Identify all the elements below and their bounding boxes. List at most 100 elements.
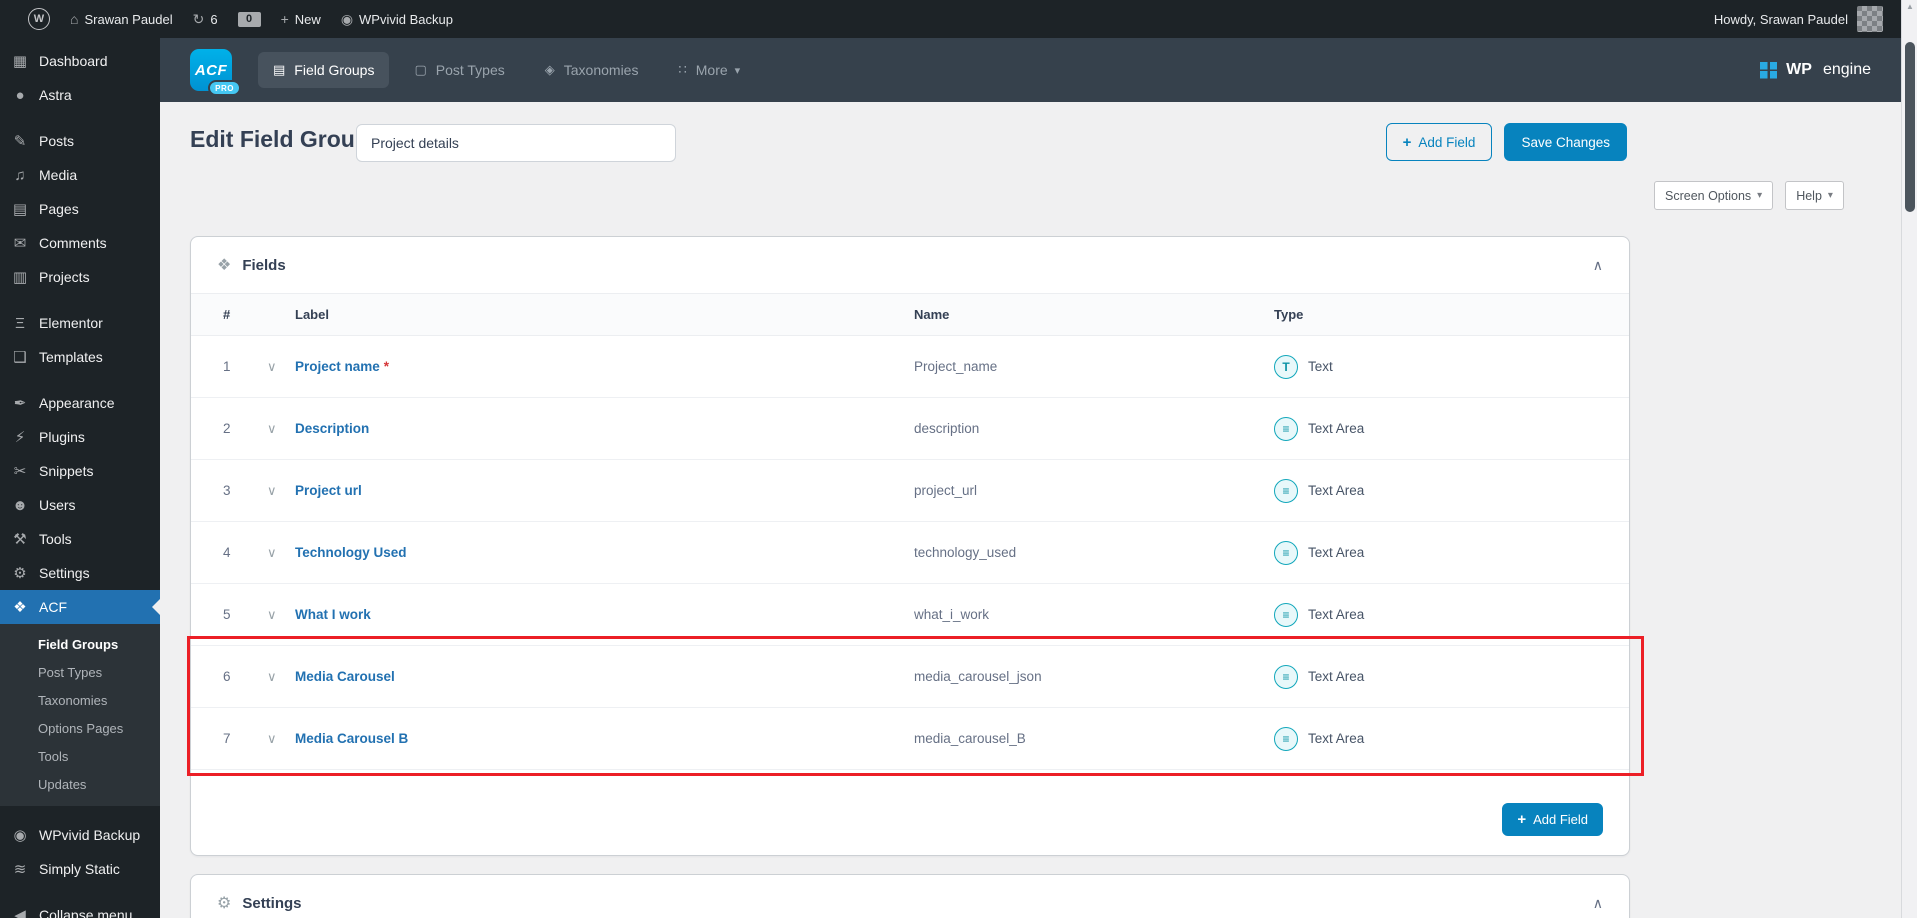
tab-more[interactable]: ∷ More ▾ bbox=[663, 52, 755, 88]
row-number: 1 bbox=[223, 359, 231, 374]
avatar[interactable] bbox=[1857, 6, 1883, 32]
field-label-link[interactable]: Media Carousel B bbox=[295, 731, 408, 746]
tab-post-types[interactable]: ▢ Post Types bbox=[399, 52, 519, 88]
sidebar-subitem-updates[interactable]: Updates bbox=[0, 770, 160, 798]
fields-table-header: # Label Name Type bbox=[191, 294, 1629, 336]
sidebar-label: Simply Static bbox=[39, 860, 120, 877]
field-type: ≡ Text Area bbox=[1274, 664, 1629, 689]
field-label-link[interactable]: Media Carousel bbox=[295, 669, 395, 684]
sidebar-item-dashboard[interactable]: ▦ Dashboard bbox=[0, 44, 160, 78]
sidebar-separator bbox=[0, 374, 160, 386]
sidebar-item-users[interactable]: ☻ Users bbox=[0, 488, 160, 522]
text-type-icon: T bbox=[1274, 354, 1298, 379]
field-name: what_i_work bbox=[914, 607, 990, 622]
expand-row-icon[interactable]: ∨ bbox=[267, 421, 295, 437]
fields-panel: ❖ Fields ∧ # Label Name Type 1 ∨ Project… bbox=[190, 236, 1630, 856]
howdy-menu[interactable]: Howdy, Srawan Paudel bbox=[1714, 12, 1848, 27]
field-label-link[interactable]: Project url bbox=[295, 483, 362, 498]
comments-menu[interactable]: 0 bbox=[228, 0, 271, 38]
field-type-label: Text Area bbox=[1308, 607, 1365, 622]
field-label-link[interactable]: Technology Used bbox=[295, 545, 407, 560]
field-type: ≡ Text Area bbox=[1274, 602, 1629, 627]
expand-row-icon[interactable]: ∨ bbox=[267, 483, 295, 499]
textarea-type-icon: ≡ bbox=[1274, 602, 1298, 627]
sidebar-item-collapse-menu[interactable]: ◀ Collapse menu bbox=[0, 898, 160, 918]
save-changes-button[interactable]: Save Changes bbox=[1504, 123, 1627, 161]
add-field-button-top[interactable]: + Add Field bbox=[1385, 123, 1493, 161]
expand-row-icon[interactable]: ∨ bbox=[267, 359, 295, 375]
media-icon: ♫ bbox=[14, 166, 26, 184]
field-row-1: 1 ∨ Project name * Project_name T Text bbox=[191, 336, 1629, 398]
sidebar-item-tools[interactable]: ⚒ Tools bbox=[0, 522, 160, 556]
sidebar-subitem-options-pages[interactable]: Options Pages bbox=[0, 714, 160, 742]
scrollbar[interactable]: ▲ bbox=[1901, 0, 1917, 918]
tab-field-groups[interactable]: ▤ Field Groups bbox=[258, 52, 390, 88]
field-type: T Text bbox=[1274, 354, 1629, 379]
textarea-type-icon: ≡ bbox=[1274, 726, 1298, 751]
updates-count: 6 bbox=[210, 11, 218, 27]
scroll-up-arrow-icon[interactable]: ▲ bbox=[1902, 2, 1917, 11]
sidebar-label: Appearance bbox=[39, 394, 115, 411]
sidebar-separator bbox=[0, 112, 160, 124]
field-label-link[interactable]: Project name bbox=[295, 359, 380, 374]
add-field-button-bottom[interactable]: + Add Field bbox=[1502, 803, 1603, 836]
sidebar-item-acf[interactable]: ❖ ACF bbox=[0, 590, 160, 624]
sidebar-item-projects[interactable]: ▥ Projects bbox=[0, 260, 160, 294]
sidebar-item-templates[interactable]: ❑ Templates bbox=[0, 340, 160, 374]
wpvivid-backup-menu[interactable]: ◉ WPvivid Backup bbox=[331, 0, 463, 38]
sidebar-item-settings[interactable]: ⚙ Settings bbox=[0, 556, 160, 590]
plus-icon: + bbox=[280, 11, 289, 27]
expand-row-icon[interactable]: ∨ bbox=[267, 607, 295, 623]
sidebar-subitem-taxonomies[interactable]: Taxonomies bbox=[0, 686, 160, 714]
field-type-label: Text Area bbox=[1308, 669, 1365, 684]
row-number: 6 bbox=[223, 669, 231, 684]
chevron-down-icon: ▾ bbox=[1757, 190, 1763, 201]
site-name-menu[interactable]: ⌂ Srawan Paudel bbox=[60, 0, 183, 38]
sidebar-subitem-post-types[interactable]: Post Types bbox=[0, 658, 160, 686]
wpengine-text: engine bbox=[1822, 61, 1871, 78]
collapse-panel-icon[interactable]: ∧ bbox=[1593, 257, 1603, 274]
sidebar-item-astra[interactable]: ● Astra bbox=[0, 78, 160, 112]
sidebar-label: Elementor bbox=[39, 314, 103, 331]
comments-icon: 0 bbox=[237, 11, 261, 27]
acf-toolbar: ACF PRO ▤ Field Groups ▢ Post Types ◈ Ta… bbox=[160, 38, 1901, 102]
expand-row-icon[interactable]: ∨ bbox=[267, 669, 295, 685]
scrollbar-thumb[interactable] bbox=[1905, 42, 1915, 212]
field-label-link[interactable]: Description bbox=[295, 421, 369, 436]
wordpress-menu[interactable]: W bbox=[18, 0, 60, 38]
acf-logo-text: ACF bbox=[194, 61, 228, 79]
row-number: 7 bbox=[223, 731, 231, 746]
sidebar-separator bbox=[0, 886, 160, 898]
sidebar-label: Astra bbox=[39, 86, 72, 103]
field-row-2: 2 ∨ Description description ≡ Text Area bbox=[191, 398, 1629, 460]
field-label-link[interactable]: What I work bbox=[295, 607, 371, 622]
tab-taxonomies[interactable]: ◈ Taxonomies bbox=[530, 52, 654, 88]
field-group-title-input[interactable] bbox=[356, 124, 676, 162]
screen-options-button[interactable]: Screen Options ▾ bbox=[1654, 181, 1774, 210]
sidebar-item-plugins[interactable]: ⚡ Plugins bbox=[0, 420, 160, 454]
expand-row-icon[interactable]: ∨ bbox=[267, 545, 295, 561]
settings-icon: ⚙ bbox=[13, 564, 27, 582]
sidebar-item-appearance[interactable]: ✒ Appearance bbox=[0, 386, 160, 420]
wpvivid-icon: ◉ bbox=[340, 10, 354, 27]
taxonomies-icon: ◈ bbox=[544, 62, 555, 77]
sidebar-item-wpvivid-backup[interactable]: ◉ WPvivid Backup bbox=[0, 818, 160, 852]
sidebar-item-posts[interactable]: ✎ Posts bbox=[0, 124, 160, 158]
sidebar-subitem-field-groups[interactable]: Field Groups bbox=[0, 630, 160, 658]
collapse-panel-icon[interactable]: ∧ bbox=[1593, 895, 1603, 912]
sidebar-label: Posts bbox=[39, 132, 75, 149]
sidebar-item-elementor[interactable]: Ξ Elementor bbox=[0, 306, 160, 340]
sidebar-item-comments[interactable]: ✉ Comments bbox=[0, 226, 160, 260]
sidebar-item-pages[interactable]: ▤ Pages bbox=[0, 192, 160, 226]
updates-menu[interactable]: ↻ 6 bbox=[183, 0, 228, 38]
sidebar-item-simply-static[interactable]: ≋ Simply Static bbox=[0, 852, 160, 886]
sidebar-item-media[interactable]: ♫ Media bbox=[0, 158, 160, 192]
sidebar-label: ACF bbox=[39, 598, 67, 615]
expand-row-icon[interactable]: ∨ bbox=[267, 731, 295, 747]
screen-meta-links: Screen Options ▾ Help ▾ bbox=[1654, 181, 1844, 210]
new-content-menu[interactable]: + New bbox=[271, 0, 331, 38]
sidebar-subitem-tools[interactable]: Tools bbox=[0, 742, 160, 770]
sidebar-item-snippets[interactable]: ✂ Snippets bbox=[0, 454, 160, 488]
row-number: 4 bbox=[223, 545, 231, 560]
help-button[interactable]: Help ▾ bbox=[1785, 181, 1844, 210]
